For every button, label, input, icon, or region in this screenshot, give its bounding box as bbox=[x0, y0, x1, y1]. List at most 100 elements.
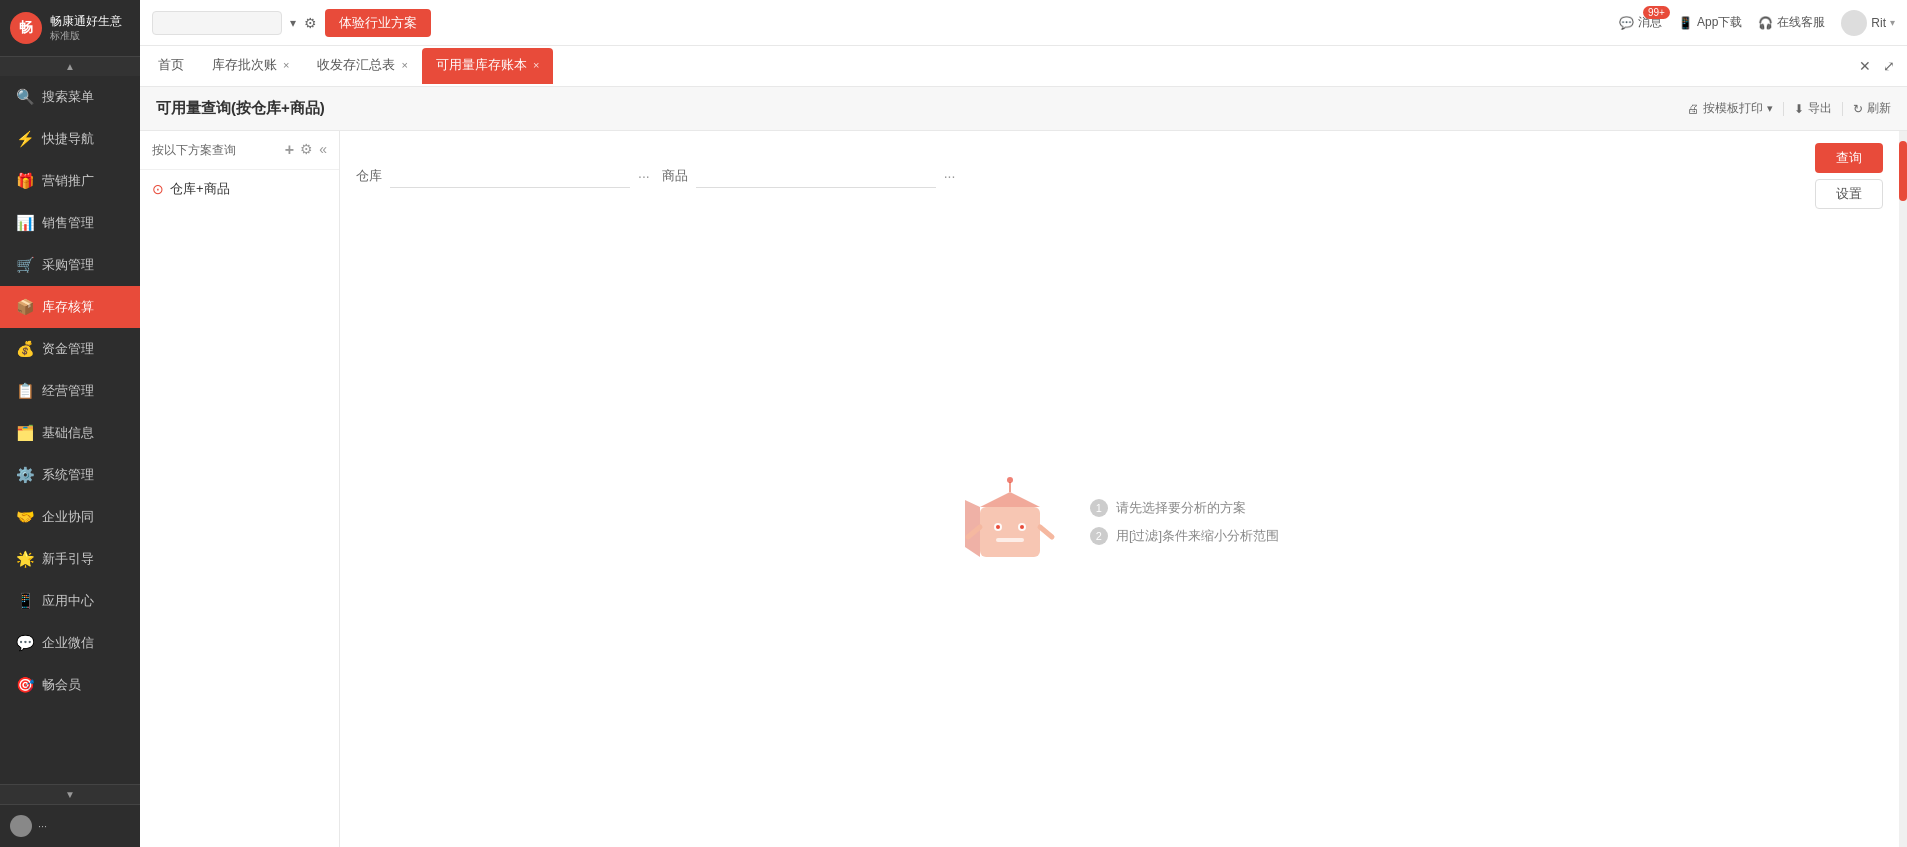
scroll-up-btn[interactable]: ▲ bbox=[0, 57, 140, 76]
apps-icon: 📱 bbox=[16, 592, 34, 610]
print-btn[interactable]: 🖨 按模板打印 ▾ bbox=[1687, 100, 1773, 117]
sidebar-item-wechat[interactable]: 💬 企业微信 bbox=[0, 622, 140, 664]
topbar-service-btn[interactable]: 🎧 在线客服 bbox=[1758, 14, 1825, 31]
inventory-icon: 📦 bbox=[16, 298, 34, 316]
scrollbar-thumb[interactable] bbox=[1899, 141, 1907, 201]
sidebar-item-sales[interactable]: 📊 销售管理 bbox=[0, 202, 140, 244]
topbar-search-input[interactable] bbox=[152, 11, 282, 35]
sidebar-brand: 畅康通好生意 标准版 bbox=[50, 13, 122, 44]
sidebar-bottom-user[interactable]: ··· bbox=[0, 804, 140, 847]
filter-area: 仓库 ··· 商品 ··· 查询 设置 bbox=[340, 131, 1899, 847]
page-title: 可用量查询(按仓库+商品) bbox=[156, 99, 325, 118]
tip1-num: 1 bbox=[1090, 499, 1108, 517]
tabs-right-actions: ✕ ⤢ bbox=[1855, 54, 1907, 78]
sidebar-header: 畅 畅康通好生意 标准版 bbox=[0, 0, 140, 57]
right-scrollbar[interactable] bbox=[1899, 131, 1907, 847]
topbar-app-btn[interactable]: 📱 App下载 bbox=[1678, 14, 1742, 31]
warehouse-filter-more-btn[interactable]: ··· bbox=[638, 168, 650, 184]
add-scheme-btn[interactable]: + bbox=[285, 141, 294, 159]
topbar: ▾ ⚙ 体验行业方案 💬 消息 99+ 📱 App下载 🎧 在线客服 Rit ▾ bbox=[140, 0, 1907, 46]
tab-batch-account[interactable]: 库存批次账 × bbox=[198, 46, 303, 86]
basic-icon: 🗂️ bbox=[16, 424, 34, 442]
sidebar-item-enterprise[interactable]: 🤝 企业协同 bbox=[0, 496, 140, 538]
svg-point-5 bbox=[996, 525, 1000, 529]
print-dropdown-icon: ▾ bbox=[1767, 102, 1773, 115]
content-area: 按以下方案查询 + ⚙ « ⊙ 仓库+商品 仓库 ··· bbox=[140, 131, 1907, 847]
topbar-right-actions: 💬 消息 99+ 📱 App下载 🎧 在线客服 Rit ▾ bbox=[1619, 10, 1895, 36]
quick-nav-icon: ⚡ bbox=[16, 130, 34, 148]
product-filter-input[interactable] bbox=[696, 164, 936, 188]
sidebar-item-system[interactable]: ⚙️ 系统管理 bbox=[0, 454, 140, 496]
product-filter-label: 商品 bbox=[662, 167, 688, 185]
tip1-text: 请先选择要分析的方案 bbox=[1116, 499, 1246, 517]
member-icon: 🎯 bbox=[16, 676, 34, 694]
enterprise-icon: 🤝 bbox=[16, 508, 34, 526]
query-panel-header: 按以下方案查询 + ⚙ « bbox=[140, 131, 339, 170]
query-panel-action-btns: + ⚙ « bbox=[285, 141, 327, 159]
sidebar-logo: 畅 bbox=[10, 12, 42, 44]
collapse-panel-btn[interactable]: « bbox=[319, 141, 327, 159]
topbar-message-btn[interactable]: 💬 消息 99+ bbox=[1619, 14, 1662, 31]
main-content: ▾ ⚙ 体验行业方案 💬 消息 99+ 📱 App下载 🎧 在线客服 Rit ▾ bbox=[140, 0, 1907, 847]
sidebar-nav: 🔍 搜索菜单 ⚡ 快捷导航 🎁 营销推广 📊 销售管理 🛒 采购管理 📦 库存核… bbox=[0, 76, 140, 784]
tab-expand-btn[interactable]: ⤢ bbox=[1879, 54, 1899, 78]
topbar-gear-icon[interactable]: ⚙ bbox=[304, 15, 317, 31]
product-filter-group: 商品 ··· bbox=[662, 164, 956, 188]
query-btn[interactable]: 查询 bbox=[1815, 143, 1883, 173]
tab-stock-summary-close[interactable]: × bbox=[401, 59, 407, 71]
scroll-down-btn[interactable]: ▼ bbox=[0, 784, 140, 804]
svg-point-6 bbox=[1020, 525, 1024, 529]
sidebar-title: 畅康通好生意 bbox=[50, 13, 122, 30]
tab-available-stock[interactable]: 可用量库存账本 × bbox=[422, 48, 553, 84]
warehouse-filter-input[interactable] bbox=[390, 164, 630, 188]
settings-btn[interactable]: 设置 bbox=[1815, 179, 1883, 209]
user-avatar bbox=[10, 815, 32, 837]
sidebar-item-search[interactable]: 🔍 搜索菜单 bbox=[0, 76, 140, 118]
operation-icon: 📋 bbox=[16, 382, 34, 400]
product-filter-more-btn[interactable]: ··· bbox=[944, 168, 956, 184]
sidebar-item-basic[interactable]: 🗂️ 基础信息 bbox=[0, 412, 140, 454]
tab-available-stock-close[interactable]: × bbox=[533, 59, 539, 71]
svg-marker-1 bbox=[980, 492, 1040, 507]
filter-row: 仓库 ··· 商品 ··· 查询 设置 bbox=[356, 143, 1883, 209]
tab-batch-account-close[interactable]: × bbox=[283, 59, 289, 71]
print-icon: 🖨 bbox=[1687, 102, 1699, 116]
tab-stock-summary[interactable]: 收发存汇总表 × bbox=[303, 46, 421, 86]
trial-btn[interactable]: 体验行业方案 bbox=[325, 9, 431, 37]
scheme-item-warehouse-product[interactable]: ⊙ 仓库+商品 bbox=[140, 170, 339, 208]
sidebar-item-newbie[interactable]: 🌟 新手引导 bbox=[0, 538, 140, 580]
sidebar-item-operation[interactable]: 📋 经营管理 bbox=[0, 370, 140, 412]
page-header-actions: 🖨 按模板打印 ▾ ⬇ 导出 ↻ 刷新 bbox=[1687, 100, 1891, 117]
sidebar-item-marketing[interactable]: 🎁 营销推广 bbox=[0, 160, 140, 202]
wechat-icon: 💬 bbox=[16, 634, 34, 652]
scheme-settings-btn[interactable]: ⚙ bbox=[300, 141, 313, 159]
app-icon: 📱 bbox=[1678, 16, 1693, 30]
topbar-user-btn[interactable]: Rit ▾ bbox=[1841, 10, 1895, 36]
sidebar-item-member[interactable]: 🎯 畅会员 bbox=[0, 664, 140, 706]
svg-line-11 bbox=[1040, 527, 1052, 537]
divider2 bbox=[1842, 102, 1843, 116]
topbar-dropdown-icon[interactable]: ▾ bbox=[290, 16, 296, 30]
sales-icon: 📊 bbox=[16, 214, 34, 232]
sidebar-item-finance[interactable]: 💰 资金管理 bbox=[0, 328, 140, 370]
export-btn[interactable]: ⬇ 导出 bbox=[1794, 100, 1832, 117]
empty-illustration bbox=[960, 472, 1060, 572]
search-icon: 🔍 bbox=[16, 88, 34, 106]
purchase-icon: 🛒 bbox=[16, 256, 34, 274]
empty-tip-2: 2 用[过滤]条件来缩小分析范围 bbox=[1090, 527, 1279, 545]
message-badge: 99+ bbox=[1643, 6, 1670, 19]
scheme-item-icon: ⊙ bbox=[152, 181, 164, 197]
query-panel-title: 按以下方案查询 bbox=[152, 142, 236, 159]
marketing-icon: 🎁 bbox=[16, 172, 34, 190]
sidebar-item-quick-nav[interactable]: ⚡ 快捷导航 bbox=[0, 118, 140, 160]
export-icon: ⬇ bbox=[1794, 102, 1804, 116]
tab-home[interactable]: 首页 bbox=[144, 46, 198, 86]
tab-close-all-btn[interactable]: ✕ bbox=[1855, 54, 1875, 78]
sidebar-item-purchase[interactable]: 🛒 采购管理 bbox=[0, 244, 140, 286]
filter-action-buttons: 查询 设置 bbox=[1815, 143, 1883, 209]
sidebar-item-inventory[interactable]: 📦 库存核算 bbox=[0, 286, 140, 328]
sidebar-item-apps[interactable]: 📱 应用中心 bbox=[0, 580, 140, 622]
divider1 bbox=[1783, 102, 1784, 116]
refresh-btn[interactable]: ↻ 刷新 bbox=[1853, 100, 1891, 117]
finance-icon: 💰 bbox=[16, 340, 34, 358]
